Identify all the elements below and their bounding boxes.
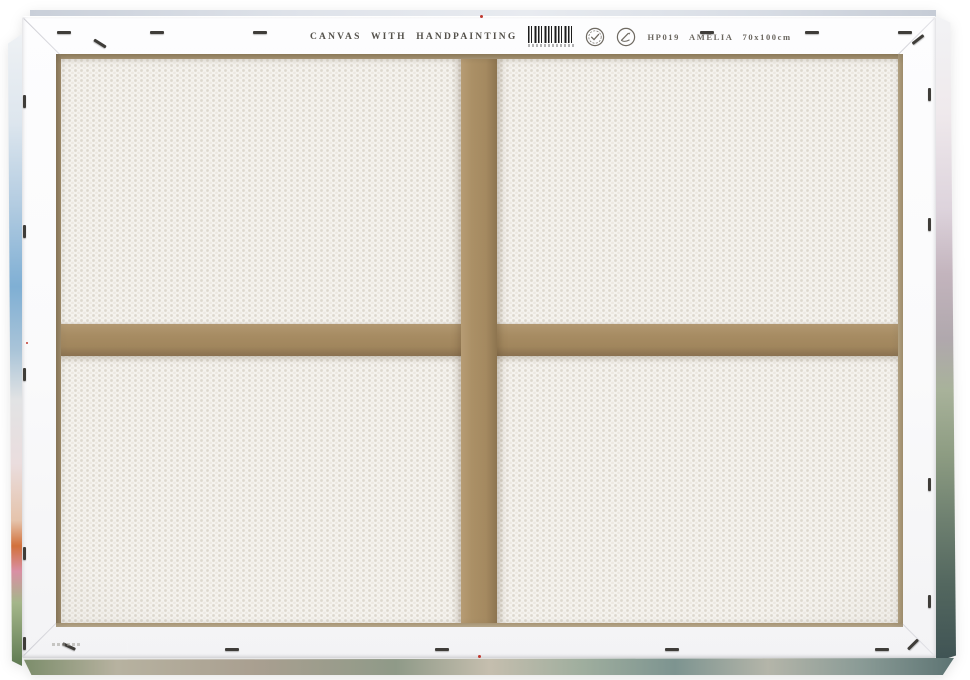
stretcher-bevel-top xyxy=(56,54,903,59)
red-registration-dot-top xyxy=(480,15,483,18)
handpainted-icon xyxy=(617,27,636,47)
small-print-mark xyxy=(52,643,82,646)
staple xyxy=(875,648,889,651)
staple xyxy=(253,31,267,34)
quality-seal-icon xyxy=(586,27,605,47)
canvas-back-group: CANVAS WITH HANDPAINTING HP019 AMELIA 70… xyxy=(8,10,956,676)
stretcher-bevel-bottom xyxy=(56,623,903,627)
staple xyxy=(906,638,920,651)
label-sku: HP019 AMELIA 70x100cm xyxy=(647,32,791,42)
staple xyxy=(911,34,925,45)
staple xyxy=(93,38,107,49)
staple xyxy=(928,478,931,491)
recessed-canvas-opening xyxy=(56,54,903,627)
product-label: CANVAS WITH HANDPAINTING HP019 AMELIA 70… xyxy=(310,22,790,52)
staple xyxy=(928,218,931,231)
staple xyxy=(23,547,26,560)
staple xyxy=(23,637,26,650)
staple xyxy=(805,31,819,34)
barcode-bars xyxy=(528,26,575,43)
staple xyxy=(23,95,26,108)
staple xyxy=(57,31,71,34)
barcode-digits xyxy=(528,44,575,47)
stretcher-bevel-right xyxy=(898,54,903,627)
staple xyxy=(928,595,931,608)
staple xyxy=(23,225,26,238)
sku-code: HP019 xyxy=(647,32,680,42)
canvas-side-edge-right-painted xyxy=(936,16,956,662)
red-registration-dot-left xyxy=(26,342,28,344)
staple xyxy=(435,648,449,651)
stretcher-frame-back: CANVAS WITH HANDPAINTING HP019 AMELIA 70… xyxy=(22,16,936,658)
staple xyxy=(225,648,239,651)
sku-size: 70x100cm xyxy=(742,32,792,42)
staple xyxy=(23,368,26,381)
vertical-cross-brace xyxy=(461,57,497,625)
sku-name: AMELIA xyxy=(689,32,734,42)
barcode xyxy=(528,26,575,48)
stretcher-bevel-left xyxy=(56,54,61,627)
staple xyxy=(898,31,912,34)
staple xyxy=(665,648,679,651)
product-photo-canvas-back: CANVAS WITH HANDPAINTING HP019 AMELIA 70… xyxy=(0,0,970,680)
red-registration-dot-bottom xyxy=(478,655,481,658)
staple xyxy=(928,88,931,101)
staple xyxy=(150,31,164,34)
label-title: CANVAS WITH HANDPAINTING xyxy=(310,32,518,42)
canvas-side-edge-left-painted xyxy=(8,34,22,666)
canvas-side-edge-bottom-painted xyxy=(24,658,954,675)
